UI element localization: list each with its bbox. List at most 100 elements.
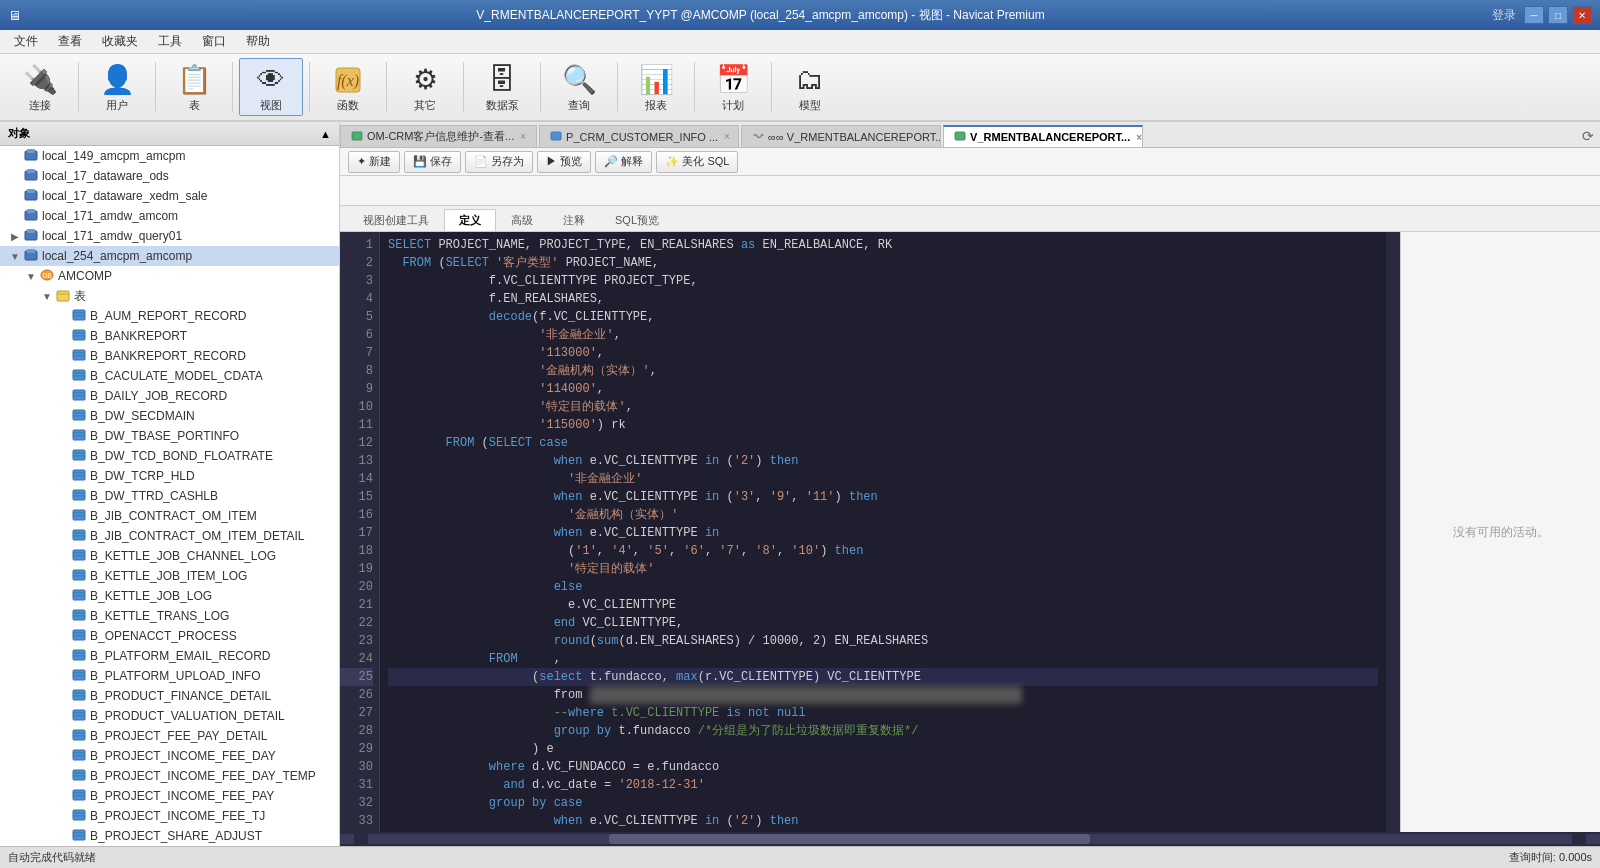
sidebar-item-local171query[interactable]: ▶local_171_amdw_query01: [0, 226, 339, 246]
sidebar-item-label-b_open: B_OPENACCT_PROCESS: [90, 629, 237, 643]
sidebar-collapse-icon[interactable]: ▲: [320, 128, 331, 140]
tab-close-tab1[interactable]: ×: [520, 131, 526, 142]
sidebar-item-local149[interactable]: local_149_amcpm_amcpm: [0, 146, 339, 166]
close-button[interactable]: ✕: [1572, 6, 1592, 24]
expand-icon-local254[interactable]: ▼: [8, 251, 22, 262]
sidebar-item-b_dw_tcrp[interactable]: B_DW_TCRP_HLD: [0, 466, 339, 486]
sidebar-item-b_kettle_jo[interactable]: B_KETTLE_JOB_LOG: [0, 586, 339, 606]
menu-item-查看[interactable]: 查看: [48, 31, 92, 52]
beautify-button[interactable]: ✨ 美化 SQL: [656, 151, 738, 173]
sub-tab-高级[interactable]: 高级: [496, 209, 548, 231]
tab-tab4[interactable]: V_RMENTBALANCEREPORT...×: [943, 125, 1143, 147]
tab-tab1[interactable]: OM-CRM客户信息维护-查看...×: [340, 125, 537, 147]
toolbar-btn-query[interactable]: 🔍查询: [547, 58, 611, 116]
toolbar-btn-report[interactable]: 📊报表: [624, 58, 688, 116]
menu-item-收藏夹[interactable]: 收藏夹: [92, 31, 148, 52]
saveas-button[interactable]: 📄 另存为: [465, 151, 533, 173]
toolbar-btn-connect[interactable]: 🔌连接: [8, 58, 72, 116]
save-button[interactable]: 💾 保存: [404, 151, 461, 173]
sidebar-item-label-local171amdw: local_171_amdw_amcom: [42, 209, 178, 223]
sub-tab-SQL预览[interactable]: SQL预览: [600, 209, 674, 231]
svg-rect-16: [57, 291, 69, 301]
sidebar-item-b_proj_in2[interactable]: B_PROJECT_INCOME_FEE_DAY_TEMP: [0, 766, 339, 786]
sidebar-item-b_prod_va[interactable]: B_PRODUCT_VALUATION_DETAIL: [0, 706, 339, 726]
sidebar-item-b_dw_tbase[interactable]: B_DW_TBASE_PORTINFO: [0, 426, 339, 446]
toolbar-btn-table[interactable]: 📋表: [162, 58, 226, 116]
tree-node-icon-b_kettle_jo: [72, 588, 86, 604]
editor-scrollbar[interactable]: [1386, 232, 1400, 832]
sidebar-item-table_group[interactable]: ▼表: [0, 286, 339, 306]
toolbar-btn-model[interactable]: 🗂模型: [778, 58, 842, 116]
sidebar-item-label-b_proj_fe: B_PROJECT_FEE_PAY_DETAIL: [90, 729, 267, 743]
tree-node-icon-b_dw_tcrp: [72, 468, 86, 484]
sidebar-item-b_dw_ttrd[interactable]: B_DW_TTRD_CASHLB: [0, 486, 339, 506]
sidebar-item-b_aum[interactable]: B_AUM_REPORT_RECORD: [0, 306, 339, 326]
sidebar-item-label-b_proj_sh: B_PROJECT_SHARE_ADJUST: [90, 829, 262, 843]
sidebar-item-local171amdw[interactable]: local_171_amdw_amcom: [0, 206, 339, 226]
sidebar-item-b_open[interactable]: B_OPENACCT_PROCESS: [0, 626, 339, 646]
sidebar-item-b_prod_fi[interactable]: B_PRODUCT_FINANCE_DETAIL: [0, 686, 339, 706]
sidebar-item-b_proj_fe[interactable]: B_PROJECT_FEE_PAY_DETAIL: [0, 726, 339, 746]
toolbar-btn-view[interactable]: 👁视图: [239, 58, 303, 116]
sub-tab-注释[interactable]: 注释: [548, 209, 600, 231]
sidebar-item-b_proj_in3[interactable]: B_PROJECT_INCOME_FEE_PAY: [0, 786, 339, 806]
sidebar-item-b_plat_em[interactable]: B_PLATFORM_EMAIL_RECORD: [0, 646, 339, 666]
sidebar-item-b_kettle_it[interactable]: B_KETTLE_JOB_ITEM_LOG: [0, 566, 339, 586]
sidebar-item-b_dw_sec[interactable]: B_DW_SECDMAIN: [0, 406, 339, 426]
login-button[interactable]: 登录: [1492, 7, 1516, 24]
sub-tab-视图创建工具[interactable]: 视图创建工具: [348, 209, 444, 231]
line-number-20: 20: [340, 578, 373, 596]
sidebar-item-local17ods[interactable]: local_17_dataware_ods: [0, 166, 339, 186]
sidebar-item-b_proj_in4[interactable]: B_PROJECT_INCOME_FEE_TJ: [0, 806, 339, 826]
svg-rect-3: [27, 149, 35, 153]
sidebar-item-b_dw_tcd[interactable]: B_DW_TCD_BOND_FLOATRATE: [0, 446, 339, 466]
sidebar-item-b_jib_det[interactable]: B_JIB_CONTRACT_OM_ITEM_DETAIL: [0, 526, 339, 546]
tab-tab3[interactable]: ∞∞ V_RMENTBALANCEREPORT...×: [741, 125, 941, 147]
toolbar-btn-user[interactable]: 👤用户: [85, 58, 149, 116]
preview-button[interactable]: ▶ 预览: [537, 151, 591, 173]
code-line-20: else: [388, 578, 1378, 596]
code-area[interactable]: SELECT PROJECT_NAME, PROJECT_TYPE, EN_RE…: [380, 232, 1386, 832]
scrollbar-thumb[interactable]: [609, 834, 1091, 844]
sidebar-item-b_proj_in[interactable]: B_PROJECT_INCOME_FEE_DAY: [0, 746, 339, 766]
expand-icon-table_group[interactable]: ▼: [40, 291, 54, 302]
line-number-2: 2: [340, 254, 373, 272]
scrollbar-track[interactable]: [368, 834, 1572, 844]
toolbar-btn-db[interactable]: 🗄数据泵: [470, 58, 534, 116]
code-line-11: '115000') rk: [388, 416, 1378, 434]
menu-item-文件[interactable]: 文件: [4, 31, 48, 52]
tab-tab2[interactable]: P_CRM_CUSTOMER_INFO ...×: [539, 125, 739, 147]
sidebar-item-b_bank[interactable]: B_BANKREPORT: [0, 326, 339, 346]
maximize-button[interactable]: □: [1548, 6, 1568, 24]
sidebar-item-b_proj_sh[interactable]: B_PROJECT_SHARE_ADJUST: [0, 826, 339, 846]
sidebar-item-b_plat_up[interactable]: B_PLATFORM_UPLOAD_INFO: [0, 666, 339, 686]
model-label: 模型: [799, 98, 821, 113]
expand-icon-amcomp[interactable]: ▼: [24, 271, 38, 282]
expand-icon-local171query[interactable]: ▶: [8, 231, 22, 242]
toolbar-btn-func[interactable]: f(x)函数: [316, 58, 380, 116]
sidebar-item-b_daily[interactable]: B_DAILY_JOB_RECORD: [0, 386, 339, 406]
tab-close-tab4[interactable]: ×: [1136, 132, 1142, 143]
horizontal-scrollbar[interactable]: [340, 832, 1600, 846]
sidebar-item-b_jib_con[interactable]: B_JIB_CONTRACT_OM_ITEM: [0, 506, 339, 526]
new-button[interactable]: ✦ 新建: [348, 151, 400, 173]
tab-refresh-button[interactable]: ⟳: [1576, 125, 1600, 147]
menu-item-帮助[interactable]: 帮助: [236, 31, 280, 52]
sub-tab-定义[interactable]: 定义: [444, 209, 496, 231]
tab-close-tab2[interactable]: ×: [724, 131, 730, 142]
sidebar-item-b_kettle_tr[interactable]: B_KETTLE_TRANS_LOG: [0, 606, 339, 626]
sidebar-item-local254[interactable]: ▼local_254_amcpm_amcomp: [0, 246, 339, 266]
main-content: 对象 ▲ local_149_amcpm_amcpmlocal_17_dataw…: [0, 122, 1600, 846]
minimize-button[interactable]: ─: [1524, 6, 1544, 24]
menu-item-工具[interactable]: 工具: [148, 31, 192, 52]
sidebar-item-b_bankr[interactable]: B_BANKREPORT_RECORD: [0, 346, 339, 366]
toolbar-btn-other[interactable]: ⚙其它: [393, 58, 457, 116]
explain-button[interactable]: 🔎 解释: [595, 151, 652, 173]
sidebar-item-local17sale[interactable]: local_17_dataware_xedm_sale: [0, 186, 339, 206]
menu-item-窗口[interactable]: 窗口: [192, 31, 236, 52]
sidebar-scroll[interactable]: local_149_amcpm_amcpmlocal_17_dataware_o…: [0, 146, 339, 846]
toolbar-btn-schedule[interactable]: 📅计划: [701, 58, 765, 116]
sidebar-item-amcomp[interactable]: ▼DBAMCOMP: [0, 266, 339, 286]
sidebar-item-b_kettle_ch[interactable]: B_KETTLE_JOB_CHANNEL_LOG: [0, 546, 339, 566]
sidebar-item-b_cac[interactable]: B_CACULATE_MODEL_CDATA: [0, 366, 339, 386]
